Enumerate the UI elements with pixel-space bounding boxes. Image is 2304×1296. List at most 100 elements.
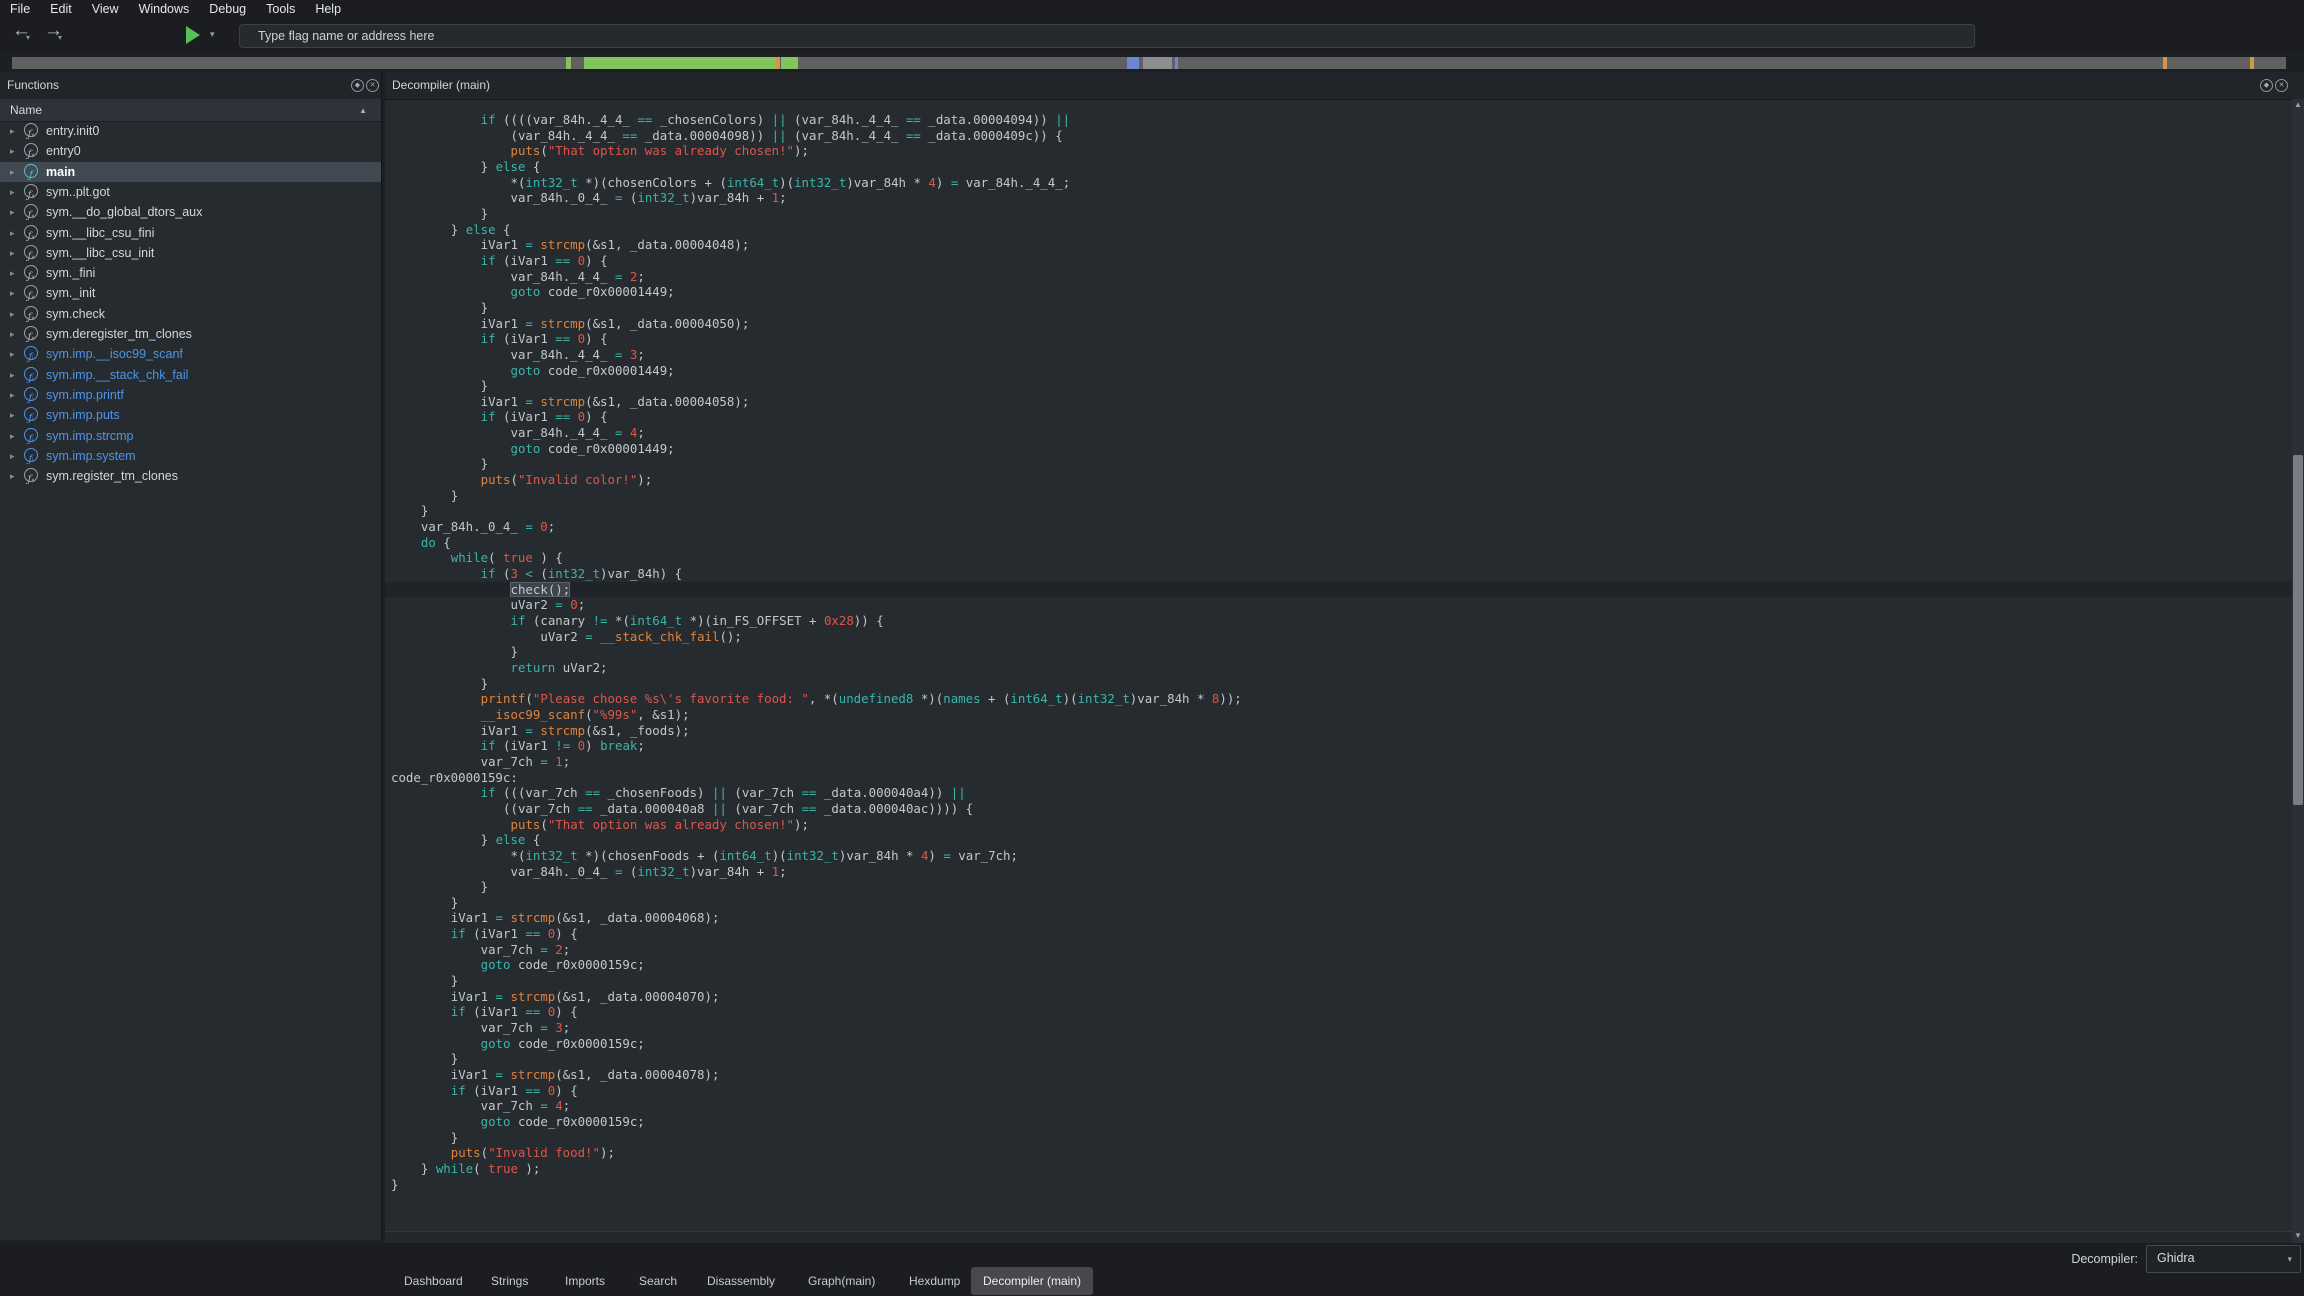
close-icon[interactable]: ✕ <box>2275 79 2288 92</box>
decompiler-selector-combobox[interactable]: Ghidra ▾ <box>2146 1245 2301 1273</box>
code-line[interactable]: var_84h._4_4_ = 2; <box>385 269 2292 285</box>
function-row-sym.imp.printf[interactable]: ▸ ƒi sym.imp.printf <box>0 385 381 405</box>
chevron-right-icon[interactable]: ▸ <box>10 349 15 360</box>
code-line[interactable]: var_84h._0_4_ = (int32_t)var_84h + 1; <box>385 190 2292 206</box>
tab-imports[interactable]: Imports <box>553 1267 617 1295</box>
code-line[interactable]: var_7ch = 4; <box>385 1098 2292 1114</box>
undock-icon[interactable]: ◆ <box>2260 79 2273 92</box>
code-line[interactable]: if (iVar1 != 0) break; <box>385 738 2292 754</box>
function-row-sym.__libc_csu_fini[interactable]: ▸ ƒx sym.__libc_csu_fini <box>0 223 381 243</box>
chevron-right-icon[interactable]: ▸ <box>10 126 15 137</box>
chevron-right-icon[interactable]: ▸ <box>10 167 15 178</box>
function-row-sym.imp.strcmp[interactable]: ▸ ƒi sym.imp.strcmp <box>0 426 381 446</box>
function-row-sym.imp.__isoc99_scanf[interactable]: ▸ ƒi sym.imp.__isoc99_scanf <box>0 344 381 364</box>
function-row-entry.init0[interactable]: ▸ ƒx entry.init0 <box>0 121 381 141</box>
tab-dashboard[interactable]: Dashboard <box>392 1267 475 1295</box>
menu-item-debug[interactable]: Debug <box>199 0 256 17</box>
code-line[interactable]: goto code_r0x00001449; <box>385 284 2292 300</box>
chevron-right-icon[interactable]: ▸ <box>10 207 15 218</box>
code-line[interactable]: if (canary != *(int64_t *)(in_FS_OFFSET … <box>385 613 2292 629</box>
code-line[interactable]: if (iVar1 == 0) { <box>385 926 2292 942</box>
menu-item-view[interactable]: View <box>82 0 129 17</box>
code-line[interactable]: } while( true ); <box>385 1161 2292 1177</box>
code-line[interactable]: var_84h._0_4_ = 0; <box>385 519 2292 535</box>
chevron-right-icon[interactable]: ▸ <box>10 329 15 340</box>
code-line[interactable]: } <box>385 644 2292 660</box>
search-input[interactable] <box>239 24 1975 48</box>
code-line[interactable]: (var_84h._4_4_ == _data.00004098)) || (v… <box>385 128 2292 144</box>
chevron-right-icon[interactable]: ▸ <box>10 228 15 239</box>
code-line[interactable]: } else { <box>385 222 2292 238</box>
function-row-sym.deregister_tm_clones[interactable]: ▸ ƒx sym.deregister_tm_clones <box>0 324 381 344</box>
code-line[interactable]: var_7ch = 3; <box>385 1020 2292 1036</box>
forward-caret-icon[interactable]: ▾ <box>58 33 62 42</box>
code-line[interactable]: puts("Invalid food!"); <box>385 1145 2292 1161</box>
code-line[interactable]: puts("Invalid color!"); <box>385 472 2292 488</box>
function-row-sym..plt.got[interactable]: ▸ ƒx sym..plt.got <box>0 182 381 202</box>
code-line[interactable]: printf("Please choose %s\'s favorite foo… <box>385 691 2292 707</box>
code-line[interactable]: } <box>385 1177 2292 1193</box>
menu-item-edit[interactable]: Edit <box>40 0 82 17</box>
code-line[interactable]: goto code_r0x00001449; <box>385 363 2292 379</box>
code-line[interactable]: } <box>385 895 2292 911</box>
code-line[interactable]: var_84h._4_4_ = 3; <box>385 347 2292 363</box>
menu-item-help[interactable]: Help <box>305 0 351 17</box>
back-caret-icon[interactable]: ▾ <box>26 33 30 42</box>
code-line[interactable]: if (iVar1 == 0) { <box>385 1083 2292 1099</box>
code-line[interactable]: } <box>385 973 2292 989</box>
code-line[interactable]: while( true ) { <box>385 550 2292 566</box>
function-row-sym.register_tm_clones[interactable]: ▸ ƒx sym.register_tm_clones <box>0 466 381 486</box>
chevron-right-icon[interactable]: ▸ <box>10 431 15 442</box>
code-line[interactable]: goto code_r0x0000159c; <box>385 1036 2292 1052</box>
code-line[interactable]: iVar1 = strcmp(&s1, _foods); <box>385 723 2292 739</box>
functions-name-column-header[interactable]: Name ▲ <box>0 99 381 122</box>
code-line[interactable]: } <box>385 378 2292 394</box>
chevron-right-icon[interactable]: ▸ <box>10 370 15 381</box>
scrollbar-thumb[interactable] <box>2293 455 2303 805</box>
tab-search[interactable]: Search <box>627 1267 689 1295</box>
decompiled-code[interactable]: if ((((var_84h._4_4_ == _chosenColors) |… <box>385 99 2292 1231</box>
code-line[interactable]: } else { <box>385 159 2292 175</box>
tab-decompiler-main-[interactable]: Decompiler (main) <box>971 1267 1094 1295</box>
chevron-right-icon[interactable]: ▸ <box>10 268 15 279</box>
tab-hexdump[interactable]: Hexdump <box>897 1267 972 1295</box>
code-line[interactable]: } <box>385 1051 2292 1067</box>
code-line[interactable]: goto code_r0x0000159c; <box>385 957 2292 973</box>
code-line[interactable]: if ((((var_84h._4_4_ == _chosenColors) |… <box>385 112 2292 128</box>
menu-item-tools[interactable]: Tools <box>256 0 305 17</box>
menu-item-windows[interactable]: Windows <box>129 0 200 17</box>
chevron-right-icon[interactable]: ▸ <box>10 451 15 462</box>
code-line[interactable]: } <box>385 456 2292 472</box>
play-dropdown-caret-icon[interactable]: ▾ <box>210 29 215 40</box>
function-row-sym._fini[interactable]: ▸ ƒx sym._fini <box>0 263 381 283</box>
code-line[interactable]: } <box>385 1130 2292 1146</box>
chevron-right-icon[interactable]: ▸ <box>10 288 15 299</box>
chevron-right-icon[interactable]: ▸ <box>10 410 15 421</box>
chevron-right-icon[interactable]: ▸ <box>10 471 15 482</box>
chevron-right-icon[interactable]: ▸ <box>10 309 15 320</box>
function-row-sym._init[interactable]: ▸ ƒx sym._init <box>0 283 381 303</box>
code-line[interactable]: puts("That option was already chosen!"); <box>385 143 2292 159</box>
close-icon[interactable]: ✕ <box>366 79 379 92</box>
code-line[interactable]: iVar1 = strcmp(&s1, _data.00004050); <box>385 316 2292 332</box>
function-row-sym.__do_global_dtors_aux[interactable]: ▸ ƒx sym.__do_global_dtors_aux <box>0 202 381 222</box>
tab-strings[interactable]: Strings <box>479 1267 540 1295</box>
code-line[interactable]: if (iVar1 == 0) { <box>385 1004 2292 1020</box>
code-line[interactable]: __isoc99_scanf("%99s", &s1); <box>385 707 2292 723</box>
code-line[interactable]: do { <box>385 535 2292 551</box>
chevron-right-icon[interactable]: ▸ <box>10 187 15 198</box>
chevron-right-icon[interactable]: ▸ <box>10 248 15 259</box>
code-line[interactable]: } <box>385 879 2292 895</box>
code-line[interactable]: check(); <box>385 581 2292 598</box>
tab-graph-main-[interactable]: Graph(main) <box>796 1267 887 1295</box>
menu-item-file[interactable]: File <box>0 0 40 17</box>
function-row-entry0[interactable]: ▸ ƒx entry0 <box>0 141 381 161</box>
code-line[interactable]: if (iVar1 == 0) { <box>385 331 2292 347</box>
function-row-main[interactable]: ▸ ƒ main <box>0 161 381 182</box>
code-line[interactable]: } <box>385 206 2292 222</box>
code-line[interactable]: *(int32_t *)(chosenColors + (int64_t)(in… <box>385 175 2292 191</box>
code-line[interactable]: var_7ch = 2; <box>385 942 2292 958</box>
code-line[interactable]: return uVar2; <box>385 660 2292 676</box>
code-line[interactable]: iVar1 = strcmp(&s1, _data.00004068); <box>385 910 2292 926</box>
code-line[interactable]: iVar1 = strcmp(&s1, _data.00004070); <box>385 989 2292 1005</box>
